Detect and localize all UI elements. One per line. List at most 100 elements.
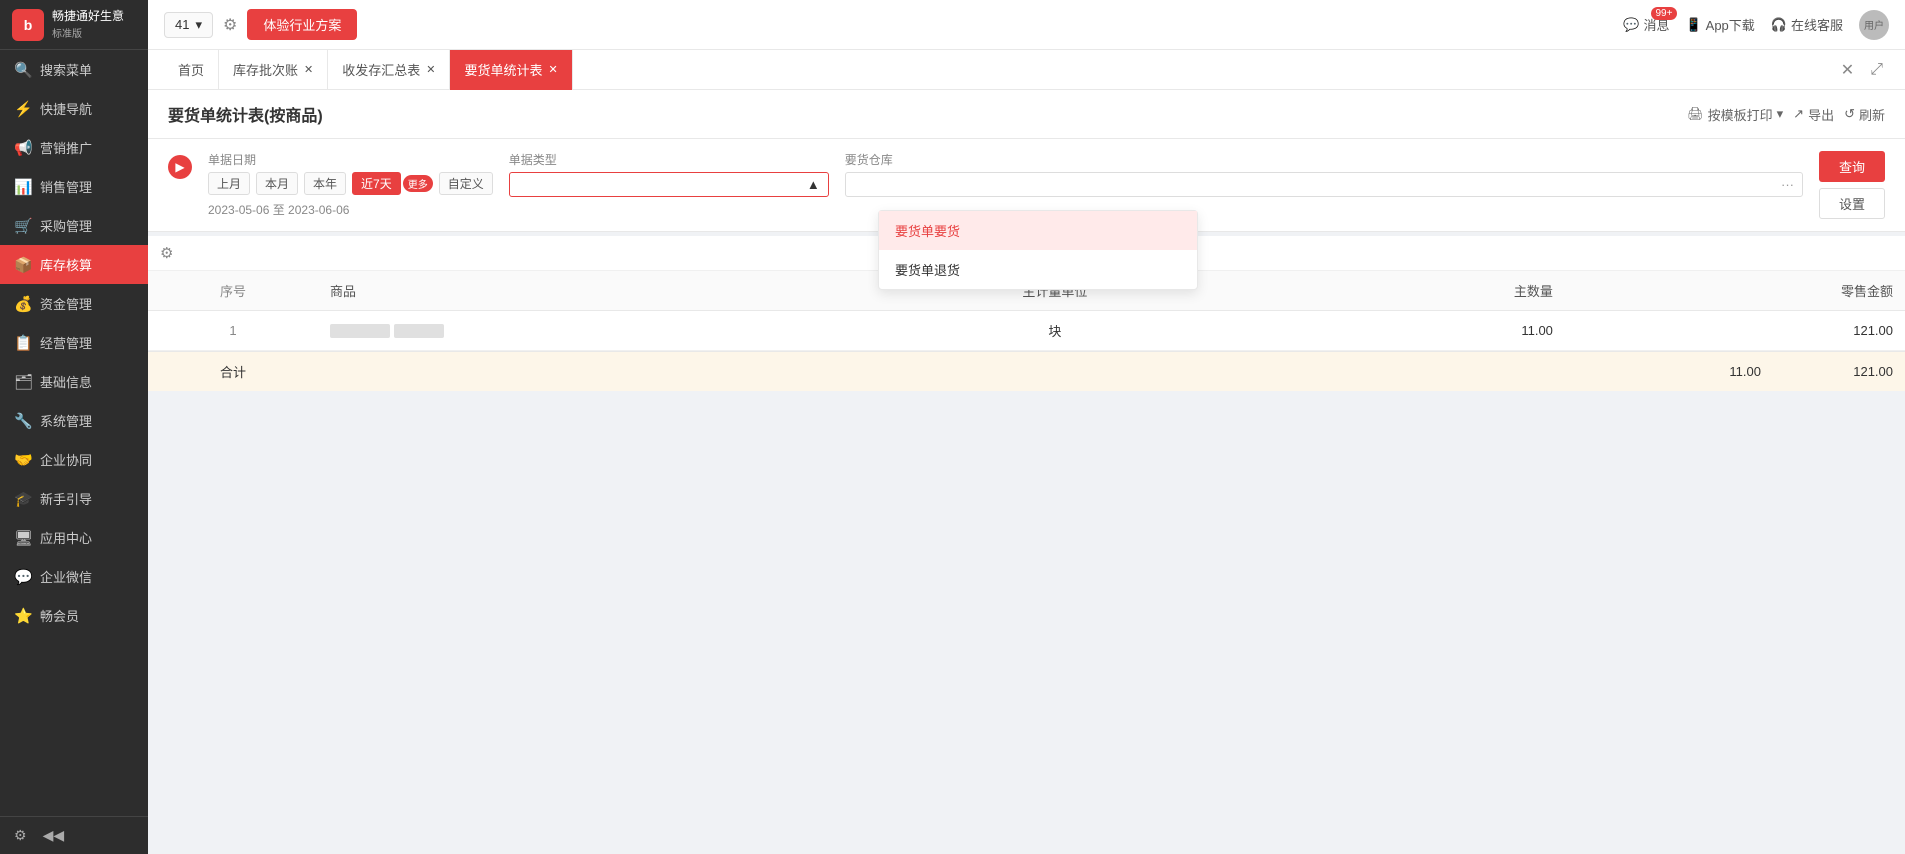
tab-label-summary: 收发存汇总表	[342, 60, 420, 79]
sidebar-label-finance: 资金管理	[40, 294, 92, 313]
tab-controls: ✕ ⤢	[1835, 60, 1889, 80]
collapse-icon[interactable]: ◀◀	[43, 827, 65, 844]
app-download-button[interactable]: 📱 App下载	[1685, 15, 1754, 34]
service-button[interactable]: 🎧 在线客服	[1771, 15, 1843, 34]
sidebar-item-operations[interactable]: 📋经营管理	[0, 323, 148, 362]
date-range-display: 2023-05-06 至 2023-06-06	[208, 201, 493, 218]
store-chevron-icon: ▾	[195, 17, 202, 33]
date-option-本年[interactable]: 本年	[304, 172, 346, 195]
print-template-button[interactable]: 🖨 按模板打印 ▾	[1687, 105, 1783, 124]
topbar-settings-icon[interactable]: ⚙	[223, 15, 237, 35]
tab-summary[interactable]: 收发存汇总表 ✕	[328, 50, 450, 90]
sidebar-label-operations: 经营管理	[40, 333, 92, 352]
sidebar-item-enterprise[interactable]: 🤝企业协同	[0, 440, 148, 479]
refresh-icon: ↺	[1844, 106, 1855, 122]
type-chevron-up-icon: ▲	[807, 177, 820, 192]
sidebar-icon-quick-nav: ⚡	[14, 100, 32, 118]
page-title: 要货单统计表(按商品)	[168, 102, 323, 126]
sidebar-item-quick-nav[interactable]: ⚡ 快捷导航	[0, 89, 148, 128]
date-option-本月[interactable]: 本月	[256, 172, 298, 195]
store-selector[interactable]: 41 ▾	[164, 12, 213, 38]
warehouse-filter-select[interactable]: ···	[845, 172, 1803, 197]
table-settings-icon[interactable]: ⚙	[160, 244, 173, 262]
app-download-icon: 📱	[1685, 17, 1701, 33]
user-avatar[interactable]: 用户	[1859, 10, 1889, 40]
footer-amount: 121.00	[1773, 364, 1893, 379]
cell-num: 1	[148, 311, 318, 351]
sidebar-item-marketing[interactable]: 📢营销推广	[0, 128, 148, 167]
date-option-自定义[interactable]: 自定义	[439, 172, 493, 195]
sidebar-item-search[interactable]: 🔍 搜索菜单	[0, 50, 148, 89]
sidebar-logo: b 畅捷通好生意 标准版	[0, 0, 148, 50]
sidebar-item-member[interactable]: ⭐畅会员	[0, 596, 148, 635]
tabbar: 首页库存批次账 ✕ 收发存汇总表 ✕ 要货单统计表 ✕ ✕ ⤢	[148, 50, 1905, 90]
app-download-label: App下载	[1706, 15, 1755, 34]
tab-close-all-button[interactable]: ✕	[1835, 60, 1860, 80]
sidebar-item-wechat[interactable]: 💬企业微信	[0, 557, 148, 596]
sidebar-icon-apps: 🖥	[14, 529, 32, 547]
sidebar-label-marketing: 营销推广	[40, 138, 92, 157]
sidebar-label-quick-nav: 快捷导航	[40, 99, 92, 118]
sidebar-label-enterprise: 企业协同	[40, 450, 92, 469]
settings-icon[interactable]: ⚙	[14, 827, 27, 844]
sidebar-icon-guide: 🎓	[14, 490, 32, 508]
cell-product	[318, 311, 885, 351]
store-number: 41	[175, 17, 189, 32]
date-option-上月[interactable]: 上月	[208, 172, 250, 195]
sidebar-icon-sales: 📊	[14, 178, 32, 196]
page-actions: 🖨 按模板打印 ▾ ↗ 导出 ↺ 刷新	[1687, 105, 1885, 124]
type-filter-select[interactable]: ▲	[509, 172, 829, 197]
filter-settings-button[interactable]: 设置	[1819, 188, 1885, 219]
sidebar-label-member: 畅会员	[40, 606, 79, 625]
col-header-num: 序号	[148, 271, 318, 311]
tab-close-order-summary[interactable]: ✕	[549, 63, 558, 76]
print-template-label: 按模板打印	[1708, 105, 1773, 124]
filter-actions: 查询 设置	[1819, 151, 1885, 219]
topbar: 41 ▾ ⚙ 体验行业方案 💬 消息 99+ 📱 App下载 🎧 在线客服 用户	[148, 0, 1905, 50]
export-label: 导出	[1808, 105, 1834, 124]
service-label: 在线客服	[1791, 15, 1843, 34]
sidebar-label-guide: 新手引导	[40, 489, 92, 508]
promo-button[interactable]: 体验行业方案	[247, 9, 357, 40]
sidebar-icon-search: 🔍	[14, 61, 32, 79]
date-option-近7天[interactable]: 近7天	[352, 172, 401, 195]
date-filter-options: 上月本月本年近7天更多自定义	[208, 172, 493, 195]
warehouse-filter-group: 要货仓库 ···	[845, 151, 1803, 197]
sidebar-item-sales[interactable]: 📊销售管理	[0, 167, 148, 206]
table-body: 1块11.00121.00	[148, 311, 1905, 351]
tab-close-batch[interactable]: ✕	[304, 63, 313, 76]
dropdown-item-purchase-return[interactable]: 要货单退货	[879, 250, 1197, 289]
tab-batch[interactable]: 库存批次账 ✕	[219, 50, 328, 90]
sidebar-icon-system: 🔧	[14, 412, 32, 430]
sidebar-item-finance[interactable]: 💰资金管理	[0, 284, 148, 323]
sidebar-item-purchase[interactable]: 🛒采购管理	[0, 206, 148, 245]
sidebar-item-guide[interactable]: 🎓 新手引导	[0, 479, 148, 518]
tab-order-summary[interactable]: 要货单统计表 ✕	[450, 50, 572, 90]
table-footer: 合计 11.00 121.00	[148, 351, 1905, 391]
main-area: 41 ▾ ⚙ 体验行业方案 💬 消息 99+ 📱 App下载 🎧 在线客服 用户	[148, 0, 1905, 854]
app-logo-icon: b	[12, 9, 44, 41]
filter-expand-button[interactable]: ▶	[168, 155, 192, 179]
export-button[interactable]: ↗ 导出	[1793, 105, 1834, 124]
type-filter-group: 单据类型 ▲	[509, 151, 829, 197]
tab-home[interactable]: 首页	[164, 50, 219, 90]
query-button[interactable]: 查询	[1819, 151, 1885, 182]
sidebar-item-apps[interactable]: 🖥应用中心	[0, 518, 148, 557]
sidebar-label-search: 搜索菜单	[40, 60, 92, 79]
date-filter-group: 单据日期 上月本月本年近7天更多自定义 2023-05-06 至 2023-06…	[208, 151, 493, 218]
col-header-qty: 主数量	[1225, 271, 1565, 311]
sidebar-item-inventory[interactable]: 📦库存核算	[0, 245, 148, 284]
type-filter-label: 单据类型	[509, 151, 829, 168]
messages-button[interactable]: 💬 消息 99+	[1623, 15, 1669, 34]
tab-expand-button[interactable]: ⤢	[1864, 61, 1889, 79]
refresh-button[interactable]: ↺ 刷新	[1844, 105, 1885, 124]
sidebar-item-basic[interactable]: 🗂基础信息	[0, 362, 148, 401]
sidebar-icon-wechat: 💬	[14, 568, 32, 586]
tab-label-batch: 库存批次账	[233, 60, 298, 79]
dropdown-item-purchase-order[interactable]: 要货单要货	[879, 211, 1197, 250]
tab-label-order-summary: 要货单统计表	[464, 60, 542, 79]
sidebar-item-system[interactable]: 🔧系统管理	[0, 401, 148, 440]
tab-close-summary[interactable]: ✕	[426, 63, 435, 76]
app-logo-text: 畅捷通好生意 标准版	[52, 9, 124, 40]
warehouse-more-icon: ···	[1781, 177, 1794, 192]
